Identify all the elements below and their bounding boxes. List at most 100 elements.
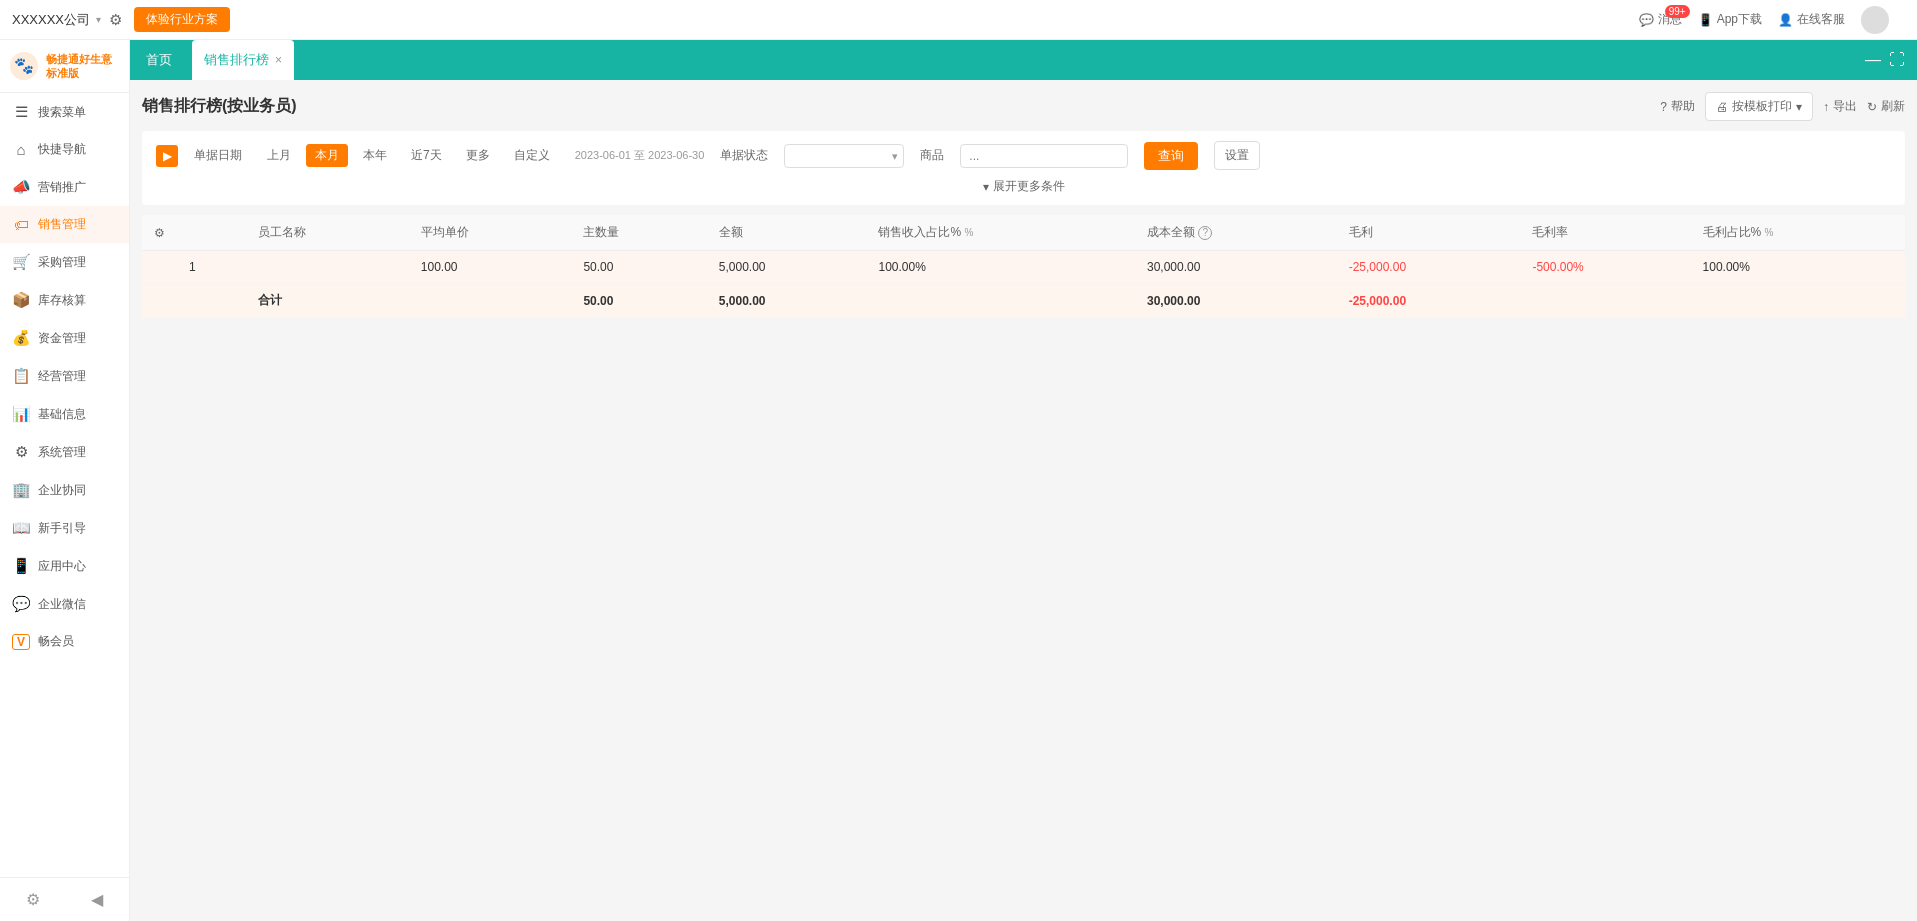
sidebar-item-search[interactable]: ☰ 搜索菜单 bbox=[0, 93, 129, 131]
settings-icon[interactable]: ⚙ bbox=[109, 11, 122, 29]
sidebar-item-quick-nav[interactable]: ⌂ 快捷导航 bbox=[0, 131, 129, 168]
col-header-cost: 成本全额 ? bbox=[1135, 215, 1337, 251]
footer-gross-rate bbox=[1520, 284, 1690, 318]
inventory-icon: 📦 bbox=[12, 291, 30, 309]
footer-amount: 5,000.00 bbox=[707, 284, 867, 318]
status-select[interactable] bbox=[784, 144, 904, 168]
cell-settings bbox=[142, 251, 177, 284]
app-download-button[interactable]: 📱 App下载 bbox=[1698, 11, 1762, 28]
date-btn-7days[interactable]: 近7天 bbox=[402, 144, 451, 167]
system-icon: ⚙ bbox=[12, 443, 30, 461]
search-menu-icon: ☰ bbox=[12, 103, 30, 121]
sidebar-item-label: 快捷导航 bbox=[38, 141, 86, 158]
sidebar-item-marketing[interactable]: 📣 营销推广 bbox=[0, 168, 129, 206]
sidebar-item-finance[interactable]: 💰 资金管理 bbox=[0, 319, 129, 357]
page-content: 销售排行榜(按业务员) ? 帮助 🖨 按模板打印 ▾ ↑ bbox=[130, 80, 1917, 921]
cell-gross-pct: 100.00% bbox=[1691, 251, 1905, 284]
home-icon: ⌂ bbox=[12, 141, 30, 158]
sidebar-collapse-button[interactable]: ◀ bbox=[83, 886, 111, 913]
print-icon: 🖨 bbox=[1716, 100, 1728, 114]
sidebar-item-label: 营销推广 bbox=[38, 179, 86, 196]
page-actions: ? 帮助 🖨 按模板打印 ▾ ↑ 导出 ↻ bbox=[1660, 92, 1905, 121]
refresh-button[interactable]: ↻ 刷新 bbox=[1867, 98, 1905, 115]
date-range: 2023-06-01 至 2023-06-30 bbox=[575, 148, 705, 163]
tab-maximize-icon[interactable]: ⛶ bbox=[1889, 51, 1905, 69]
sidebar-item-label: 采购管理 bbox=[38, 254, 86, 271]
print-button[interactable]: 🖨 按模板打印 ▾ bbox=[1705, 92, 1813, 121]
sidebar-item-purchase[interactable]: 🛒 采购管理 bbox=[0, 243, 129, 281]
tab-bar: 首页 销售排行榜 × — ⛶ bbox=[130, 40, 1917, 80]
trial-button[interactable]: 体验行业方案 bbox=[134, 7, 230, 32]
date-btn-last-month[interactable]: 上月 bbox=[258, 144, 300, 167]
query-button[interactable]: 查询 bbox=[1144, 142, 1198, 170]
filter-arrow-button[interactable]: ▶ bbox=[156, 145, 178, 167]
cell-rank: 1 bbox=[177, 251, 246, 284]
refresh-icon: ↻ bbox=[1867, 100, 1877, 114]
col-header-gross-pct: 毛利占比% % bbox=[1691, 215, 1905, 251]
sidebar-item-label: 经营管理 bbox=[38, 368, 86, 385]
footer-rank bbox=[177, 284, 246, 318]
goods-input[interactable] bbox=[960, 144, 1128, 168]
avatar[interactable] bbox=[1861, 6, 1889, 34]
sidebar-item-sales[interactable]: 🏷 销售管理 bbox=[0, 206, 129, 243]
data-table: ⚙ 员工名称 平均单价 主数量 全额 销售收入占比% % bbox=[142, 215, 1905, 318]
col-header-gross: 毛利 bbox=[1337, 215, 1521, 251]
sidebar-item-apps[interactable]: 📱 应用中心 bbox=[0, 547, 129, 585]
sidebar-item-basic[interactable]: 📊 基础信息 bbox=[0, 395, 129, 433]
date-btn-custom[interactable]: 自定义 bbox=[505, 144, 559, 167]
col-header-gross-rate: 毛利率 bbox=[1520, 215, 1690, 251]
page-title: 销售排行榜(按业务员) bbox=[142, 96, 297, 117]
table-body: 1 100.00 50.00 5,000.00 100.00% 30,000.0… bbox=[142, 251, 1905, 284]
expand-label: 展开更多条件 bbox=[993, 178, 1065, 195]
footer-gross-pct bbox=[1691, 284, 1905, 318]
sidebar-item-system[interactable]: ⚙ 系统管理 bbox=[0, 433, 129, 471]
date-btn-this-year[interactable]: 本年 bbox=[354, 144, 396, 167]
sales-icon: 🏷 bbox=[12, 216, 30, 233]
expand-icon: ▾ bbox=[983, 180, 989, 194]
marketing-icon: 📣 bbox=[12, 178, 30, 196]
wechat-icon: 💬 bbox=[12, 595, 30, 613]
cost-help-icon[interactable]: ? bbox=[1198, 226, 1212, 240]
sidebar-item-label: 搜索菜单 bbox=[38, 104, 86, 121]
gross-pct-help-icon[interactable]: % bbox=[1765, 227, 1774, 238]
app-icon: 📱 bbox=[1698, 13, 1713, 27]
tab-active-label: 销售排行榜 bbox=[204, 51, 269, 69]
page-header: 销售排行榜(按业务员) ? 帮助 🖨 按模板打印 ▾ ↑ bbox=[142, 92, 1905, 121]
sidebar-item-guide[interactable]: 📖 新手引导 bbox=[0, 509, 129, 547]
sidebar-item-collab[interactable]: 🏢 企业协同 bbox=[0, 471, 129, 509]
sidebar-item-member[interactable]: V 畅会员 bbox=[0, 623, 129, 660]
tab-minimize-icon[interactable]: — bbox=[1865, 51, 1881, 69]
message-button[interactable]: 💬 消息 99+ bbox=[1639, 11, 1682, 28]
main-area: 🐾 畅捷通好生意 标准版 ☰ 搜索菜单 ⌂ 快捷导航 📣 营销推广 🏷 销售管理 bbox=[0, 40, 1917, 921]
help-icon: ? bbox=[1660, 100, 1667, 114]
company-selector[interactable]: XXXXXX公司 ▾ bbox=[12, 11, 101, 29]
sidebar: 🐾 畅捷通好生意 标准版 ☰ 搜索菜单 ⌂ 快捷导航 📣 营销推广 🏷 销售管理 bbox=[0, 40, 130, 921]
help-button[interactable]: ? 帮助 bbox=[1660, 98, 1695, 115]
export-button[interactable]: ↑ 导出 bbox=[1823, 98, 1857, 115]
sidebar-item-wechat[interactable]: 💬 企业微信 bbox=[0, 585, 129, 623]
content-area: 首页 销售排行榜 × — ⛶ 销售排行榜(按业务员) bbox=[130, 40, 1917, 921]
settings-btn[interactable]: 设置 bbox=[1214, 141, 1260, 170]
print-arrow-icon: ▾ bbox=[1796, 100, 1802, 114]
expand-more-button[interactable]: ▾ 展开更多条件 bbox=[983, 178, 1065, 195]
col-header-settings[interactable]: ⚙ bbox=[142, 215, 177, 251]
footer-qty: 50.00 bbox=[571, 284, 706, 318]
export-label: 导出 bbox=[1833, 98, 1857, 115]
sales-pct-help-icon[interactable]: % bbox=[965, 227, 974, 238]
date-filter-group: 上月 本月 本年 近7天 更多 自定义 bbox=[258, 144, 559, 167]
sidebar-settings-button[interactable]: ⚙ bbox=[18, 886, 48, 913]
sidebar-item-label: 企业协同 bbox=[38, 482, 86, 499]
col-header-qty: 主数量 bbox=[571, 215, 706, 251]
tab-home[interactable]: 首页 bbox=[130, 40, 188, 80]
sidebar-item-inventory[interactable]: 📦 库存核算 bbox=[0, 281, 129, 319]
tab-sales-ranking[interactable]: 销售排行榜 × bbox=[192, 40, 294, 80]
online-service-button[interactable]: 👤 在线客服 bbox=[1778, 11, 1845, 28]
table-footer: 合计 50.00 5,000.00 30,000.00 -25,000.00 bbox=[142, 284, 1905, 318]
date-btn-more[interactable]: 更多 bbox=[457, 144, 499, 167]
date-btn-this-month[interactable]: 本月 bbox=[306, 144, 348, 167]
service-icon: 👤 bbox=[1778, 13, 1793, 27]
tab-close-icon[interactable]: × bbox=[275, 53, 282, 67]
top-bar: XXXXXX公司 ▾ ⚙ 体验行业方案 💬 消息 99+ 📱 App下载 👤 在… bbox=[0, 0, 1917, 40]
sidebar-item-operation[interactable]: 📋 经营管理 bbox=[0, 357, 129, 395]
col-header-amount: 全额 bbox=[707, 215, 867, 251]
